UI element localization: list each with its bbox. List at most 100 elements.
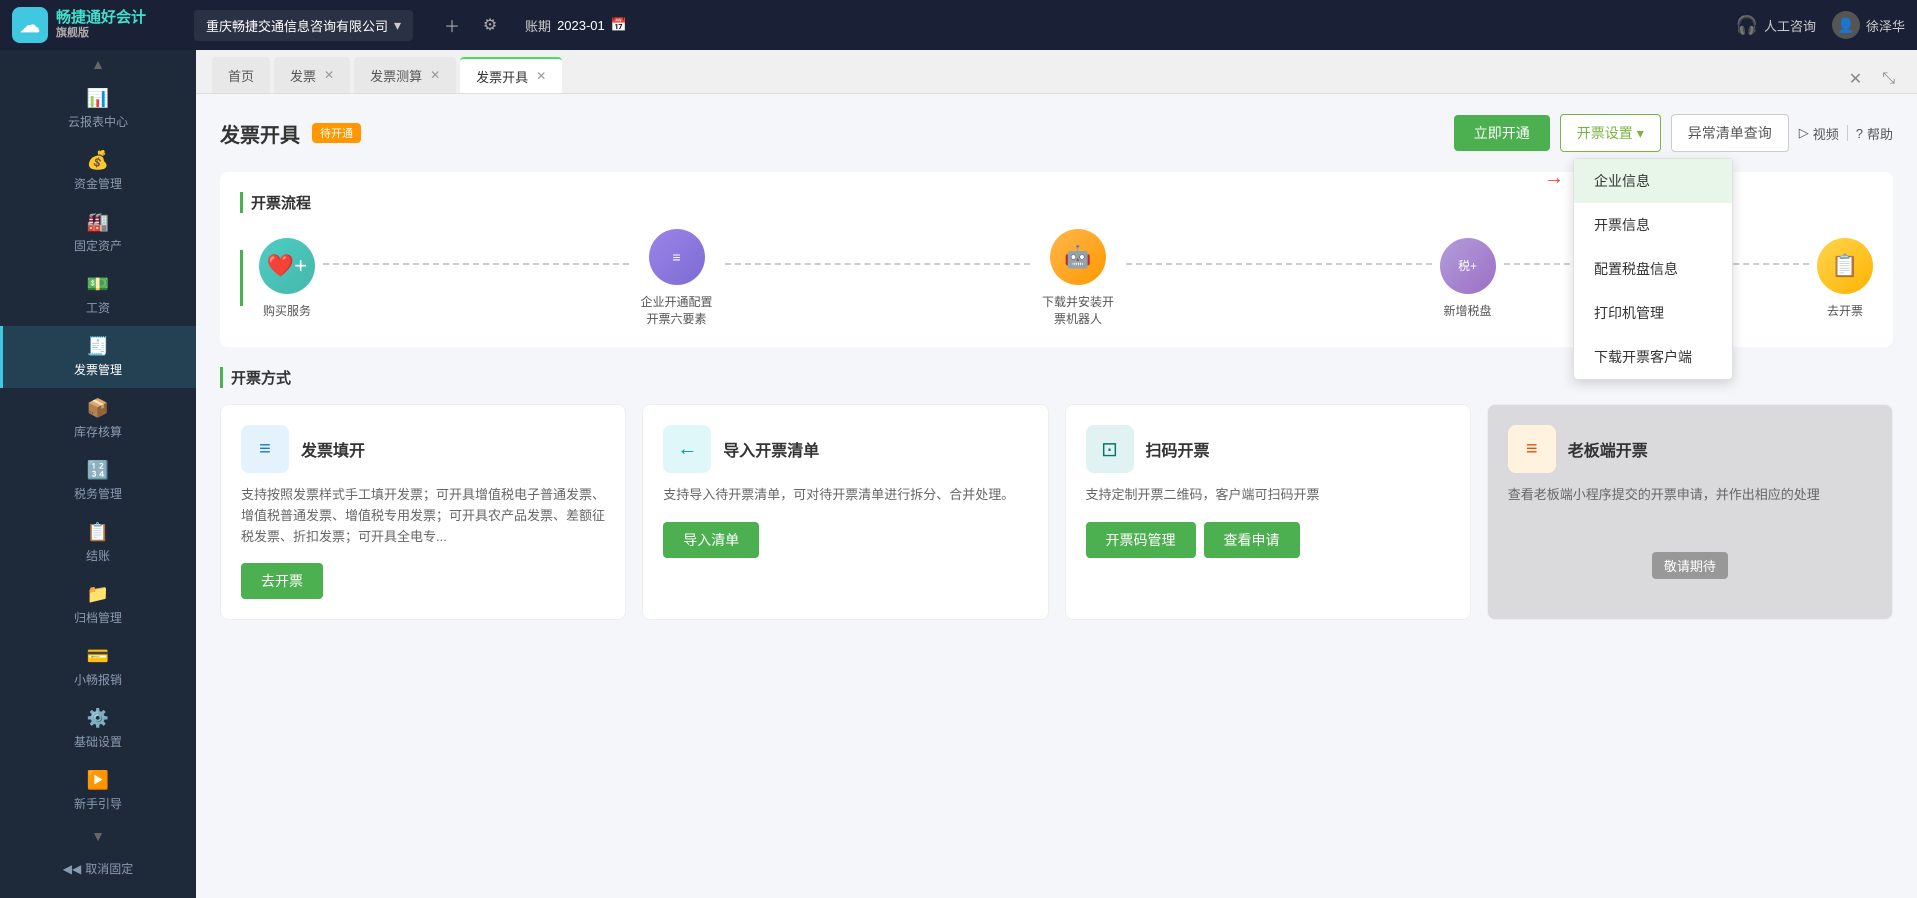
sidebar-item-xiaochang[interactable]: 💳 小畅报销	[0, 636, 196, 698]
import-desc: 支持导入待开票清单，可对待开票清单进行拆分、合并处理。	[663, 485, 1027, 506]
headset-icon: 🎧	[1736, 15, 1758, 36]
query-btn[interactable]: 异常清单查询	[1671, 114, 1789, 152]
tab-fapiao-close[interactable]: ✕	[324, 68, 334, 82]
step-connector-2	[725, 263, 1031, 265]
dropdown-arrow-icon: ▾	[1637, 125, 1644, 142]
dropdown-item-tax-disk[interactable]: 配置税盘信息	[1574, 247, 1732, 291]
calendar-icon[interactable]: 📅	[611, 17, 627, 33]
sidebar-item-fapiao[interactable]: 🧾 发票管理	[0, 326, 196, 388]
flow-step-2: ≡ 企业开通配置开票六要素	[637, 229, 717, 327]
step-label-3: 下载并安装开票机器人	[1038, 293, 1118, 327]
methods-section: 开票方式 ≡ 发票填开 支持按照发票样式手工填开发票；可开具增值税电子普通发票、…	[220, 367, 1893, 620]
step-circle-3: 🤖	[1050, 229, 1106, 285]
page-header: 发票开具 待开通 立即开通 开票设置 ▾ 异常清单查询 ▷ 视频	[220, 114, 1893, 152]
tab-expand-btn[interactable]: ⤡	[1876, 66, 1901, 92]
sidebar-item-xinshou[interactable]: ▶️ 新手引导	[0, 760, 196, 822]
scan-icon: ⊡	[1086, 425, 1134, 473]
tab-kaiju[interactable]: 发票开具 ✕	[460, 57, 562, 93]
scan-buttons: 开票码管理 查看申请	[1086, 522, 1450, 558]
tab-kaiju-close[interactable]: ✕	[536, 69, 546, 83]
step-circle-1: ❤️+	[259, 238, 315, 294]
method-card-fill: ≡ 发票填开 支持按照发票样式手工填开发票；可开具增值税电子普通发票、增值税普通…	[220, 404, 626, 620]
content-area: 首页 发票 ✕ 发票测算 ✕ 发票开具 ✕ ✕ ⤡	[196, 50, 1917, 898]
step-label-5: 去开票	[1827, 302, 1863, 319]
add-company-btn[interactable]: ＋	[437, 10, 467, 40]
sidebar-scroll-down[interactable]: ▼	[0, 822, 196, 850]
app-container: ☁ 畅捷通好会计 旗舰版 重庆畅捷交通信息咨询有限公司 ▾ ＋ ⚙ 账期 202…	[0, 0, 1917, 898]
wage-icon: 💵	[87, 274, 109, 295]
logo-text: 畅捷通好会计 旗舰版	[56, 9, 146, 40]
archive-icon: 📁	[87, 584, 109, 605]
method-card-scan: ⊡ 扫码开票 支持定制开票二维码，客户端可扫码开票 开票码管理 查看申请	[1065, 404, 1471, 620]
flow-step-3: 🤖 下载并安装开票机器人	[1038, 229, 1118, 327]
sidebar-item-kucun[interactable]: 📦 库存核算	[0, 388, 196, 450]
period-value: 2023-01	[557, 18, 605, 33]
import-btn[interactable]: 导入清单	[663, 522, 759, 558]
sidebar-item-yunbiao[interactable]: 📊 云报表中心	[0, 78, 196, 140]
company-selector[interactable]: 重庆畅捷交通信息咨询有限公司 ▾	[194, 10, 413, 41]
step-left-line	[240, 250, 243, 306]
sidebar-item-shuiwu[interactable]: 🔢 税务管理	[0, 450, 196, 512]
step-label-4: 新增税盘	[1443, 302, 1491, 319]
sidebar-item-guidang[interactable]: 📁 归档管理	[0, 574, 196, 636]
tab-bar: 首页 发票 ✕ 发票测算 ✕ 发票开具 ✕ ✕ ⤡	[196, 50, 1917, 94]
activate-btn[interactable]: 立即开通	[1454, 115, 1550, 151]
sidebar-item-gongzi[interactable]: 💵 工资	[0, 264, 196, 326]
boss-icon: ≡	[1508, 425, 1556, 473]
tab-fapiao[interactable]: 发票 ✕	[274, 57, 350, 93]
boss-desc: 查看老板端小程序提交的开票申请，并作出相应的处理	[1508, 485, 1872, 506]
sidebar-item-gudingzichan[interactable]: 🏭 固定资产	[0, 202, 196, 264]
factory-icon: 🏭	[87, 212, 109, 233]
scan-btn1[interactable]: 开票码管理	[1086, 522, 1196, 558]
scan-title: 扫码开票	[1146, 437, 1210, 461]
tab-cesuan-close[interactable]: ✕	[430, 68, 440, 82]
dropdown-item-download[interactable]: 下载开票客户端	[1574, 335, 1732, 379]
overlay-badge: 敬请期待	[1652, 552, 1728, 579]
logo-area: ☁ 畅捷通好会计 旗舰版	[12, 7, 182, 43]
step-label-1: 购买服务	[263, 302, 311, 319]
gear-icon: ⚙️	[87, 708, 109, 729]
dropdown-item-invoice-info[interactable]: 开票信息	[1574, 203, 1732, 247]
import-title: 导入开票清单	[723, 437, 819, 461]
support-btn[interactable]: 🎧 人工咨询	[1736, 15, 1816, 36]
method-card-import: ← 导入开票清单 支持导入待开票清单，可对待开票清单进行拆分、合并处理。 导入清…	[642, 404, 1048, 620]
user-menu[interactable]: 👤 徐泽华	[1832, 11, 1905, 39]
tab-home[interactable]: 首页	[212, 57, 270, 93]
divider	[1847, 125, 1848, 141]
settings-icon[interactable]: ⚙	[475, 10, 505, 40]
sidebar-item-zijin[interactable]: 💰 资金管理	[0, 140, 196, 202]
tab-close-btn[interactable]: ✕	[1843, 65, 1868, 93]
expense-icon: 💳	[87, 646, 109, 667]
import-icon: ←	[663, 425, 711, 473]
status-badge: 待开通	[312, 123, 361, 143]
close-accounts-icon: 📋	[87, 522, 109, 543]
invoice-icon: 🧾	[87, 336, 109, 357]
logo-icon: ☁	[12, 7, 48, 43]
logo-title: 畅捷通好会计	[56, 9, 146, 27]
sidebar-scroll-up[interactable]: ▲	[0, 50, 196, 78]
sidebar-pin[interactable]: ◀◀ 取消固定	[0, 850, 196, 887]
dropdown-item-printer[interactable]: 打印机管理	[1574, 291, 1732, 335]
pin-icon: ◀◀	[63, 862, 81, 876]
fill-desc: 支持按照发票样式手工填开发票；可开具增值税电子普通发票、增值税普通发票、增值税专…	[241, 485, 605, 547]
fill-icon: ≡	[241, 425, 289, 473]
money-icon: 💰	[87, 150, 109, 171]
method-card-scan-header: ⊡ 扫码开票	[1086, 425, 1450, 473]
tab-cesuan[interactable]: 发票测算 ✕	[354, 57, 456, 93]
settings-dropdown-menu: 企业信息 → 开票信息 配置税盘信息 打印机管理	[1573, 158, 1733, 380]
sidebar-item-jiezhang[interactable]: 📋 结账	[0, 512, 196, 574]
flow-step-4: 税+ 新增税盘	[1440, 238, 1496, 319]
dropdown-icon: ▾	[394, 17, 401, 34]
flow-step-1: ❤️+ 购买服务	[259, 238, 315, 319]
settings-dropdown-btn[interactable]: 开票设置 ▾	[1560, 114, 1661, 152]
page-content: 发票开具 待开通 立即开通 开票设置 ▾ 异常清单查询 ▷ 视频	[196, 94, 1917, 898]
header-actions: 立即开通 开票设置 ▾ 异常清单查询 ▷ 视频 ? 帮助	[1454, 114, 1893, 152]
method-card-fill-header: ≡ 发票填开	[241, 425, 605, 473]
chart-icon: 📊	[87, 88, 109, 109]
scan-btn2[interactable]: 查看申请	[1204, 522, 1300, 558]
sidebar-item-jichushezhi[interactable]: ⚙️ 基础设置	[0, 698, 196, 760]
step-circle-2: ≡	[649, 229, 705, 285]
fill-btn[interactable]: 去开票	[241, 563, 323, 599]
flow-step-5: 📋 去开票	[1817, 238, 1873, 319]
dropdown-item-company[interactable]: 企业信息 →	[1574, 159, 1732, 203]
